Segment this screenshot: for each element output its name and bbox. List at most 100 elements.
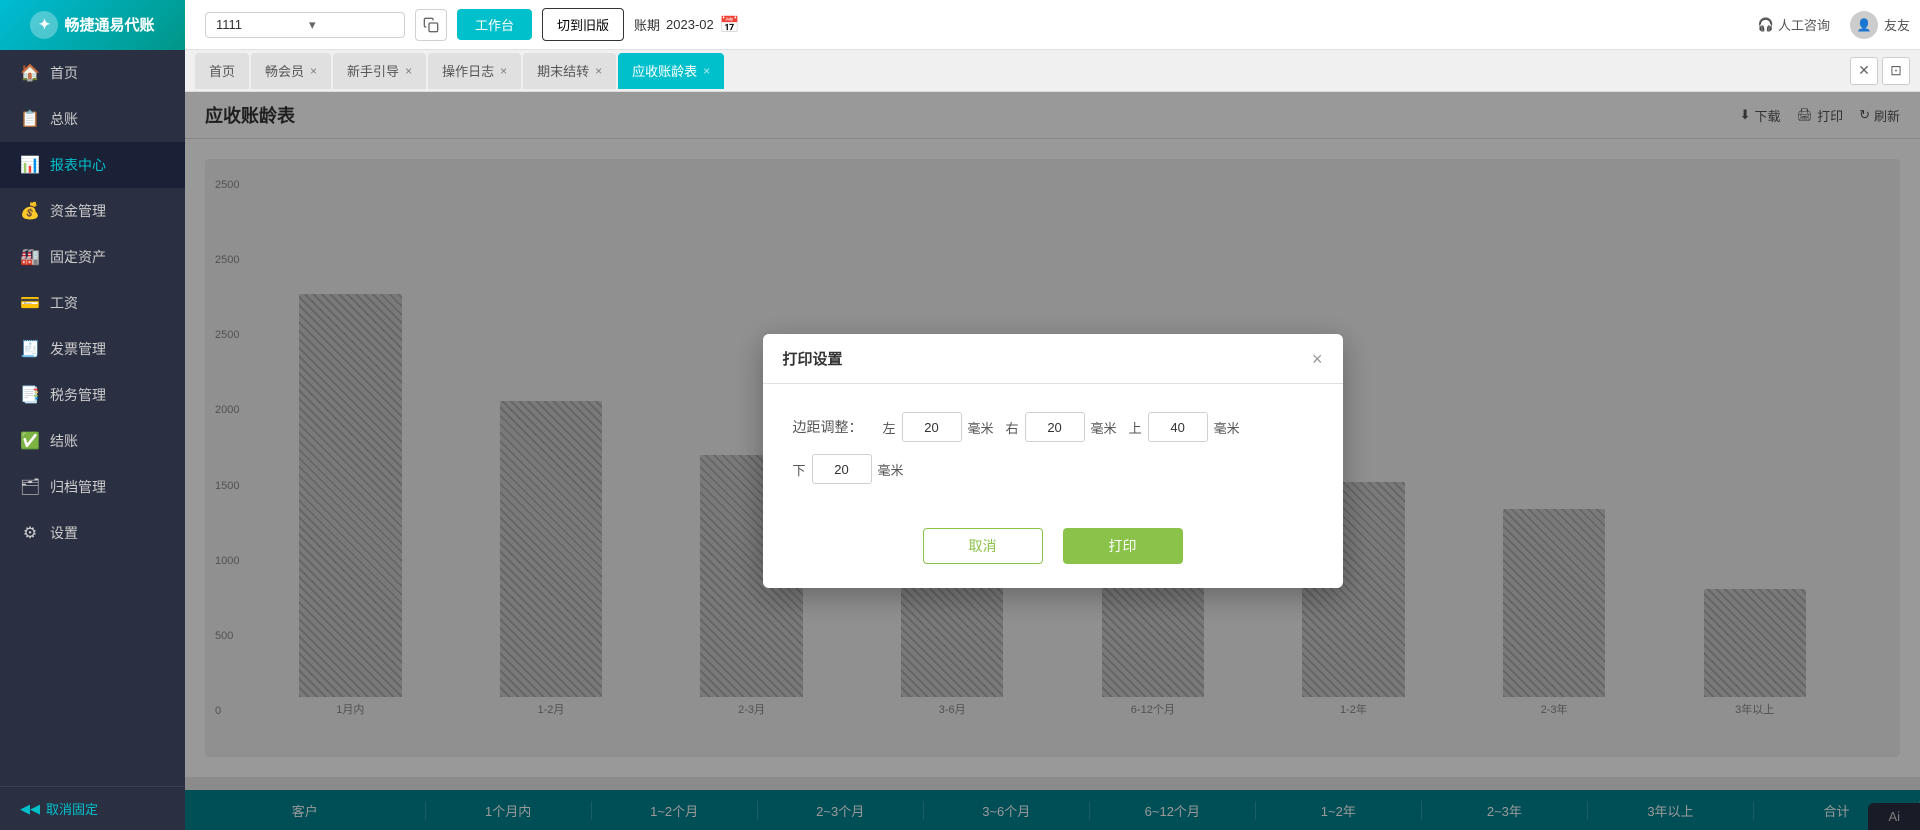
bottom-direction-label: 下 — [793, 460, 806, 479]
sidebar-item-archive[interactable]: 🗂 归档管理 — [0, 464, 185, 510]
modal-header: 打印设置 × — [763, 334, 1343, 384]
tab-label: 应收账龄表 — [632, 61, 697, 80]
period-label: 账期 — [634, 15, 660, 34]
salary-icon: 💳 — [20, 293, 40, 313]
support-button[interactable]: 🎧 人工咨询 — [1758, 15, 1830, 34]
right-direction-label: 右 — [1006, 418, 1019, 437]
sidebar-item-assets[interactable]: 🏭 固定资产 — [0, 234, 185, 280]
margin-label: 边距调整： — [793, 417, 863, 437]
tab-close-icon[interactable]: × — [595, 64, 602, 78]
user-menu[interactable]: 👤 友友 — [1850, 11, 1910, 39]
sidebar-scroll: 🏠 首页 📋 总账 📊 报表中心 💰 资金管理 🏭 固定资产 💳 工资 — [0, 50, 185, 786]
margin-right-input[interactable] — [1025, 412, 1085, 442]
assets-icon: 🏭 — [20, 247, 40, 267]
sidebar-item-invoice[interactable]: 🧾 发票管理 — [0, 326, 185, 372]
sidebar-item-settings[interactable]: ⚙ 设置 — [0, 510, 185, 556]
sidebar-item-label: 首页 — [50, 63, 78, 83]
tax-icon: 📑 — [20, 385, 40, 405]
tab-label: 期末结转 — [537, 61, 589, 80]
left-unit-label: 毫米 — [968, 418, 994, 437]
bottom-unit-label: 毫米 — [878, 460, 904, 479]
top-header: ✦ 畅捷通易代账 1111 ▾ 工作台 切到旧版 账期 2023-02 📅 🎧 … — [0, 0, 1920, 50]
margin-settings-row: 边距调整： 左 毫米 右 毫米 — [793, 412, 1313, 484]
sidebar-item-label: 总账 — [50, 109, 78, 129]
reports-icon: 📊 — [20, 155, 40, 175]
settings-icon: ⚙ — [20, 523, 40, 543]
tab-close-icon[interactable]: × — [310, 64, 317, 78]
content-area: 首页 畅会员 × 新手引导 × 操作日志 × 期末结转 × 应收账龄表 × — [185, 50, 1920, 830]
modal-footer: 取消 打印 — [763, 512, 1343, 588]
user-name: 友友 — [1884, 15, 1910, 34]
avatar: 👤 — [1850, 11, 1878, 39]
left-direction-label: 左 — [883, 418, 896, 437]
close-window-button[interactable]: ✕ — [1850, 57, 1878, 85]
sidebar-item-label: 归档管理 — [50, 477, 106, 497]
copy-button[interactable] — [415, 9, 447, 41]
settle-icon: ✅ — [20, 431, 40, 451]
tab-label: 畅会员 — [265, 61, 304, 80]
calendar-icon[interactable]: 📅 — [720, 15, 740, 35]
margin-top-input[interactable] — [1148, 412, 1208, 442]
tab-close-icon[interactable]: × — [405, 64, 412, 78]
margin-bottom-input[interactable] — [812, 454, 872, 484]
sidebar-item-home[interactable]: 🏠 首页 — [0, 50, 185, 96]
sidebar-item-label: 报表中心 — [50, 155, 106, 175]
margin-bottom-group: 下 毫米 — [793, 454, 904, 484]
tab-guide[interactable]: 新手引导 × — [333, 53, 426, 89]
tab-bar: 首页 畅会员 × 新手引导 × 操作日志 × 期末结转 × 应收账龄表 × — [185, 50, 1920, 92]
invoice-icon: 🧾 — [20, 339, 40, 359]
sidebar-item-tax[interactable]: 📑 税务管理 — [0, 372, 185, 418]
tab-close-icon[interactable]: × — [703, 64, 710, 78]
sidebar-item-settle[interactable]: ✅ 结账 — [0, 418, 185, 464]
modal-body: 边距调整： 左 毫米 右 毫米 — [763, 384, 1343, 512]
workbench-button[interactable]: 工作台 — [457, 9, 532, 40]
page-content: 应收账龄表 ⬇ 下载 🖨 打印 ↻ 刷新 — [185, 92, 1920, 830]
logo-icon: ✦ — [30, 11, 58, 39]
tab-close-icon[interactable]: × — [500, 64, 507, 78]
right-unit-label: 毫米 — [1091, 418, 1117, 437]
tab-member[interactable]: 畅会员 × — [251, 53, 331, 89]
sidebar-item-label: 资金管理 — [50, 201, 106, 221]
pin-icon: ◀◀ — [20, 801, 40, 817]
collapse-sidebar-button[interactable]: ◀◀ 取消固定 — [0, 786, 185, 830]
company-select[interactable]: 1111 ▾ — [205, 12, 405, 38]
tab-aging[interactable]: 应收账龄表 × — [618, 53, 724, 89]
sidebar-item-label: 设置 — [50, 523, 78, 543]
sidebar-item-label: 结账 — [50, 431, 78, 451]
print-settings-modal: 打印设置 × 边距调整： 左 毫米 右 — [763, 334, 1343, 588]
sidebar-item-salary[interactable]: 💳 工资 — [0, 280, 185, 326]
collapse-label: 取消固定 — [46, 799, 98, 818]
period-value: 2023-02 — [666, 17, 714, 32]
support-label: 人工咨询 — [1778, 15, 1830, 34]
margin-top-group: 上 毫米 — [1129, 412, 1240, 442]
sidebar-item-label: 发票管理 — [50, 339, 106, 359]
confirm-print-button[interactable]: 打印 — [1063, 528, 1183, 564]
tab-label: 操作日志 — [442, 61, 494, 80]
logo-text: 畅捷通易代账 — [64, 14, 154, 35]
headset-icon: 🎧 — [1758, 17, 1774, 33]
sidebar-item-funds[interactable]: 💰 资金管理 — [0, 188, 185, 234]
home-icon: 🏠 — [20, 63, 40, 83]
top-right-area: 🎧 人工咨询 👤 友友 — [1758, 11, 1910, 39]
margin-left-group: 左 毫米 — [883, 412, 994, 442]
main-layout: 🏠 首页 📋 总账 📊 报表中心 💰 资金管理 🏭 固定资产 💳 工资 — [0, 50, 1920, 830]
tab-period[interactable]: 期末结转 × — [523, 53, 616, 89]
top-unit-label: 毫米 — [1214, 418, 1240, 437]
archive-icon: 🗂 — [20, 477, 40, 497]
sidebar-item-label: 工资 — [50, 293, 78, 313]
maximize-window-button[interactable]: ⊡ — [1882, 57, 1910, 85]
tab-home[interactable]: 首页 — [195, 53, 249, 89]
sidebar-item-reports[interactable]: 📊 报表中心 — [0, 142, 185, 188]
margin-left-input[interactable] — [902, 412, 962, 442]
sidebar-item-ledger[interactable]: 📋 总账 — [0, 96, 185, 142]
switch-version-button[interactable]: 切到旧版 — [542, 8, 624, 41]
tab-log[interactable]: 操作日志 × — [428, 53, 521, 89]
tab-label: 首页 — [209, 61, 235, 80]
tab-window-buttons: ✕ ⊡ — [1850, 57, 1910, 85]
modal-close-button[interactable]: × — [1312, 350, 1323, 368]
modal-overlay: 打印设置 × 边距调整： 左 毫米 右 — [185, 92, 1920, 830]
logo-area: ✦ 畅捷通易代账 — [0, 0, 185, 50]
top-direction-label: 上 — [1129, 418, 1142, 437]
cancel-button[interactable]: 取消 — [923, 528, 1043, 564]
company-dropdown-icon: ▾ — [309, 17, 394, 33]
